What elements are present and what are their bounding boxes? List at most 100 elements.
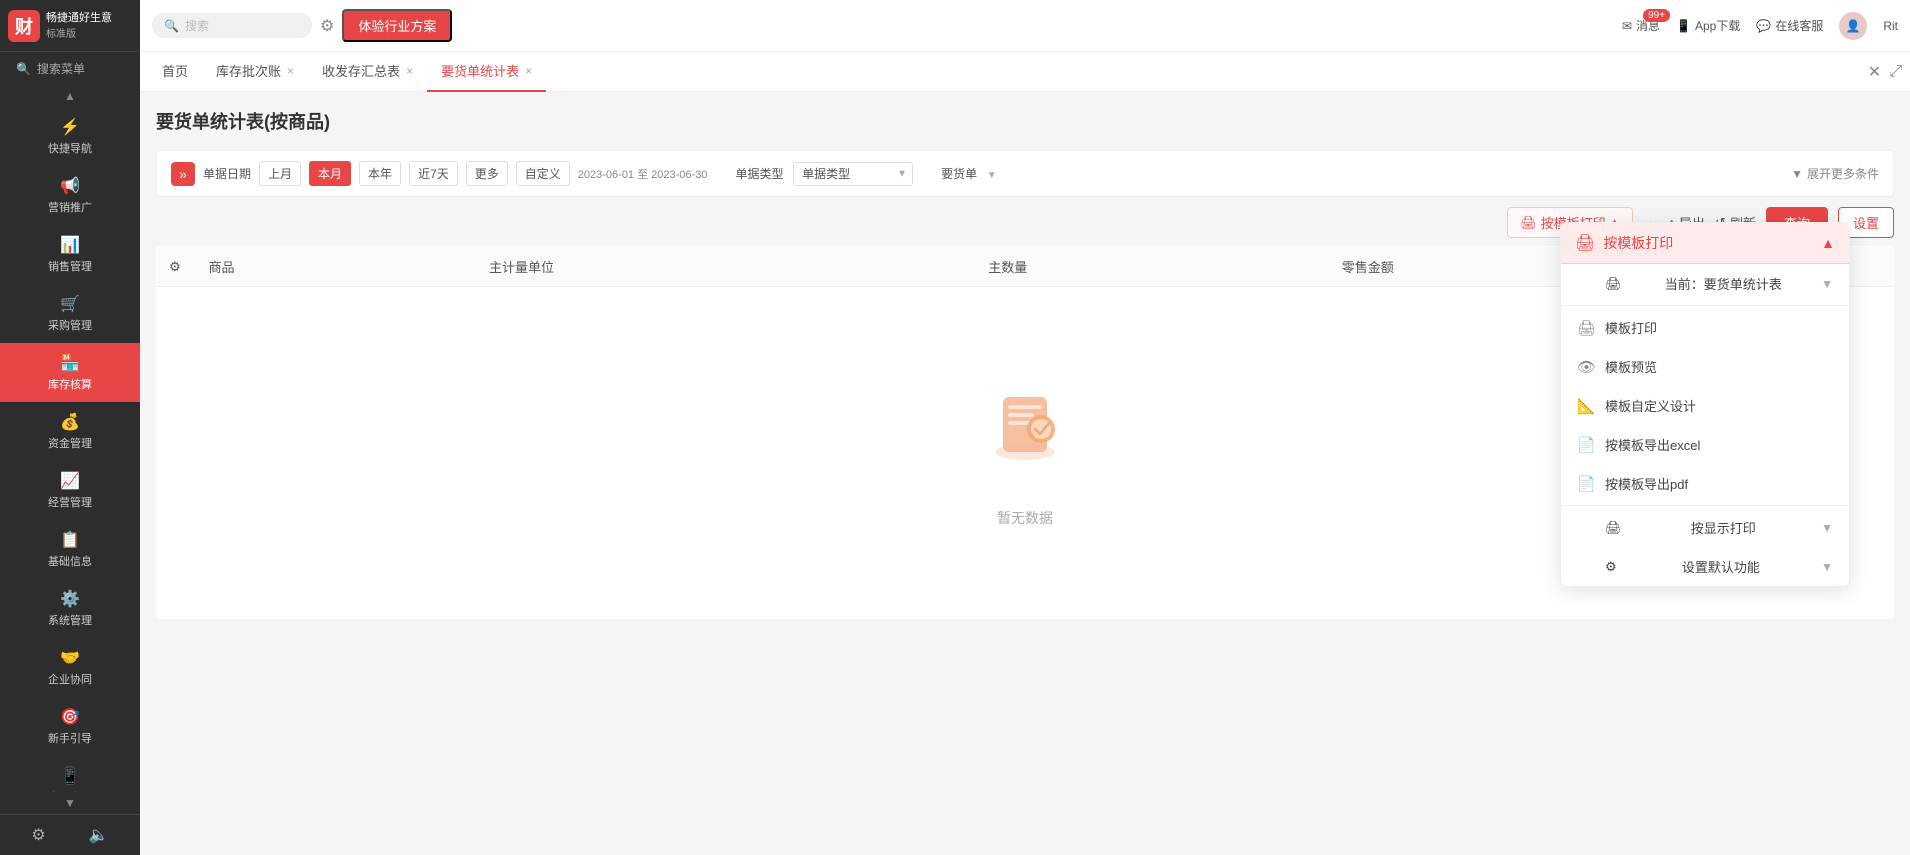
template-export-pdf-icon: 📄 — [1577, 475, 1595, 493]
system-icon: ⚙️ — [60, 589, 80, 609]
search-bar-placeholder: 搜索 — [185, 17, 209, 34]
settings-icon[interactable]: ⚙ — [31, 825, 45, 845]
username-label[interactable]: Rit — [1883, 19, 1898, 33]
main-content: 🔍 搜索 ⚙ 体验行业方案 ✉ 消息 99+ 📱 App下载 💬 在线客服 👤 … — [140, 0, 1910, 855]
sidebar-item-label: 库存核算 — [48, 376, 92, 392]
sidebar-item-cooperation[interactable]: 🤝 企业协同 — [0, 638, 140, 697]
sidebar: 财 畅捷通好生意 标准版 🔍 搜索菜单 ▲ ⚡ 快捷导航 📢 营销推广 📊 销售… — [0, 0, 140, 855]
service-icon: 💬 — [1756, 19, 1771, 33]
quick-nav-icon: ⚡ — [60, 117, 80, 137]
order-type-select[interactable]: 单据类型 — [793, 162, 913, 186]
tab-collection-summary[interactable]: 收发存汇总表 × — [308, 52, 427, 92]
app-download-button[interactable]: 📱 App下载 — [1676, 17, 1740, 34]
trial-button[interactable]: 体验行业方案 — [342, 9, 452, 42]
print-dropdown-header-icon: 🖨 — [1575, 233, 1595, 253]
operation-icon: 📈 — [60, 471, 80, 491]
order-status-dropdown-wrap: 要货单 ▼ — [941, 165, 997, 182]
order-status-arrow-icon: ▼ — [987, 170, 997, 181]
th-quantity: 主数量 — [976, 247, 1329, 287]
tab-home[interactable]: 首页 — [148, 52, 202, 92]
more-date-button[interactable]: 更多 — [466, 161, 508, 186]
template-print-label: 模板打印 — [1605, 318, 1657, 337]
th-settings[interactable]: ⚙ — [157, 247, 197, 287]
template-design-label: 模板自定义设计 — [1605, 396, 1696, 415]
display-print-icon: 🖨 — [1605, 520, 1622, 536]
topbar-settings-icon[interactable]: ⚙ — [320, 16, 334, 36]
current-month-button[interactable]: 本月 — [309, 161, 351, 186]
sidebar-item-label: 应用中心 — [48, 789, 92, 792]
template-export-pdf-item[interactable]: 📄 按模板导出pdf — [1561, 464, 1849, 503]
template-design-icon: 📐 — [1577, 397, 1595, 415]
template-export-pdf-label: 按模板导出pdf — [1605, 474, 1688, 493]
sidebar-item-apps[interactable]: 📱 应用中心 — [0, 756, 140, 792]
print-dropdown-title: 按模板打印 — [1603, 233, 1673, 253]
template-print-item[interactable]: 🖨 模板打印 — [1561, 308, 1849, 347]
app-version: 标准版 — [46, 25, 112, 40]
user-avatar[interactable]: 👤 — [1839, 12, 1867, 40]
print-dropdown-panel: 🖨 按模板打印 ▲ 🖨 当前：要货单统计表 ▼ 🖨 模板打印 👁 模板预览 📐 — [1560, 222, 1850, 587]
current-template-item[interactable]: 🖨 当前：要货单统计表 ▼ — [1561, 264, 1849, 303]
prev-month-button[interactable]: 上月 — [259, 161, 301, 186]
basic-icon: 📋 — [60, 530, 80, 550]
message-badge: 99+ — [1643, 9, 1670, 22]
template-export-excel-item[interactable]: 📄 按模板导出excel — [1561, 425, 1849, 464]
filter-bar: » 单据日期 上月 本月 本年 近7天 更多 自定义 2023-06-01 至 … — [156, 150, 1894, 197]
current-year-button[interactable]: 本年 — [359, 161, 401, 186]
sidebar-item-basic[interactable]: 📋 基础信息 — [0, 520, 140, 579]
sidebar-item-marketing[interactable]: 📢 营销推广 — [0, 166, 140, 225]
search-icon: 🔍 — [16, 62, 31, 76]
expand-tabs-button[interactable]: ⤢ — [1889, 63, 1902, 81]
set-default-item[interactable]: ⚙ 设置默认功能 ▼ — [1561, 547, 1849, 586]
sidebar-item-sales[interactable]: 📊 销售管理 — [0, 225, 140, 284]
sidebar-item-inventory[interactable]: 🏪 库存核算 — [0, 343, 140, 402]
tab-collection-summary-close[interactable]: × — [406, 64, 413, 78]
template-export-excel-label: 按模板导出excel — [1605, 435, 1700, 454]
template-export-excel-icon: 📄 — [1577, 436, 1595, 454]
search-menu[interactable]: 🔍 搜索菜单 — [0, 52, 140, 85]
expand-conditions-button[interactable]: ▼ 展开更多条件 — [1791, 165, 1879, 182]
template-preview-label: 模板预览 — [1605, 357, 1657, 376]
set-default-label: 设置默认功能 — [1682, 557, 1760, 576]
sidebar-item-purchase[interactable]: 🛒 采购管理 — [0, 284, 140, 343]
close-all-tabs-button[interactable]: ✕ — [1868, 62, 1881, 82]
display-print-item[interactable]: 🖨 按显示打印 ▼ — [1561, 508, 1849, 547]
sidebar-item-label: 销售管理 — [48, 258, 92, 274]
tab-inventory-batch[interactable]: 库存批次账 × — [202, 52, 308, 92]
search-bar[interactable]: 🔍 搜索 — [152, 13, 312, 38]
template-design-item[interactable]: 📐 模板自定义设计 — [1561, 386, 1849, 425]
sidebar-item-system[interactable]: ⚙️ 系统管理 — [0, 579, 140, 638]
last-7-days-button[interactable]: 近7天 — [409, 161, 458, 186]
sidebar-item-newbie[interactable]: 🎯 新手引导 — [0, 697, 140, 756]
filter-toggle-button[interactable]: » — [171, 162, 195, 186]
online-service-button[interactable]: 💬 在线客服 — [1756, 17, 1823, 34]
search-bar-icon: 🔍 — [164, 19, 179, 33]
tab-collection-summary-label: 收发存汇总表 — [322, 61, 400, 80]
th-unit: 主计量单位 — [477, 247, 976, 287]
tabbar: 首页 库存批次账 × 收发存汇总表 × 要货单统计表 × ✕ ⤢ — [140, 52, 1910, 92]
message-button[interactable]: ✉ 消息 99+ — [1622, 17, 1660, 34]
tab-inventory-batch-close[interactable]: × — [287, 64, 294, 78]
tab-order-summary-close[interactable]: × — [525, 64, 532, 78]
sidebar-item-quick-nav[interactable]: ⚡ 快捷导航 — [0, 107, 140, 166]
current-template-icon: 🖨 — [1605, 276, 1622, 292]
app-name: 畅捷通好生意 — [46, 11, 112, 25]
topbar: 🔍 搜索 ⚙ 体验行业方案 ✉ 消息 99+ 📱 App下载 💬 在线客服 👤 … — [140, 0, 1910, 52]
app-logo: 财 畅捷通好生意 标准版 — [0, 0, 140, 52]
cooperation-icon: 🤝 — [60, 648, 80, 668]
sidebar-item-label: 经营管理 — [48, 494, 92, 510]
tab-order-summary[interactable]: 要货单统计表 × — [427, 52, 546, 92]
custom-date-button[interactable]: 自定义 — [516, 161, 570, 186]
sidebar-scroll-down[interactable]: ▼ — [0, 792, 140, 814]
order-status-label: 要货单 — [941, 167, 977, 181]
sidebar-item-operation[interactable]: 📈 经营管理 — [0, 461, 140, 520]
marketing-icon: 📢 — [60, 176, 80, 196]
template-preview-item[interactable]: 👁 模板预览 — [1561, 347, 1849, 386]
sidebar-scroll-up[interactable]: ▲ — [0, 85, 140, 107]
print-dropdown-header: 🖨 按模板打印 ▲ — [1561, 223, 1849, 264]
sound-icon[interactable]: 🔈 — [89, 825, 109, 845]
th-product: 商品 — [197, 247, 478, 287]
tabbar-actions: ✕ ⤢ — [1868, 62, 1902, 82]
sidebar-item-finance[interactable]: 💰 资金管理 — [0, 402, 140, 461]
tab-order-summary-label: 要货单统计表 — [441, 61, 519, 80]
print-dropdown-collapse-icon[interactable]: ▲ — [1821, 235, 1835, 251]
